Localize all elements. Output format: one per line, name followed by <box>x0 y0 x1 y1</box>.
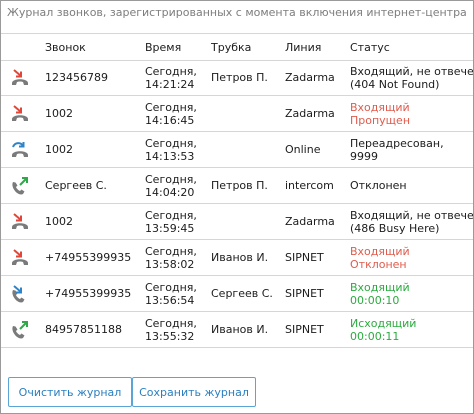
status-primary: Входящий, не отвечен <box>350 64 474 78</box>
call-clock: 14:04:20 <box>145 185 195 199</box>
incoming-call-icon <box>9 284 31 304</box>
save-log-button[interactable]: Сохранить журнал <box>132 377 256 407</box>
call-status: Исходящий 00:00:11 <box>350 312 416 347</box>
call-line: SIPNET <box>285 251 324 264</box>
call-clock: 13:58:02 <box>145 257 195 271</box>
call-date: Сегодня, <box>145 244 197 258</box>
table-row: 1002 Сегодня, 14:16:45 Zadarma Входящий Пропу… <box>1 96 473 132</box>
call-handset: Петров П. <box>211 179 268 192</box>
call-number: +74955399935 <box>45 287 132 300</box>
column-header-call: Звонок <box>45 41 86 54</box>
column-header-line: Линия <box>285 41 322 54</box>
call-clock: 14:16:45 <box>145 113 195 127</box>
status-primary: Входящий, не отвечен <box>350 208 474 222</box>
call-log-panel: Журнал звонков, зарегистрированных с мом… <box>0 0 474 414</box>
call-time: Сегодня, 14:16:45 <box>145 96 197 131</box>
call-time: Сегодня, 13:55:32 <box>145 312 197 347</box>
column-header-handset: Трубка <box>211 41 252 54</box>
call-time: Сегодня, 14:04:20 <box>145 168 197 203</box>
call-status: Входящий, не отвечен (486 Busy Here) <box>350 204 474 239</box>
call-log-caption: Журнал звонков, зарегистрированных с мом… <box>7 6 467 19</box>
status-secondary: 9999 <box>350 149 378 163</box>
table-row: 123456789 Сегодня, 14:21:24 Петров П. Zadarm… <box>1 60 473 96</box>
outgoing-call-icon <box>9 176 31 196</box>
table-row: +74955399935 Сегодня, 13:56:54 Сергеев С. SI… <box>1 276 473 312</box>
call-number: +74955399935 <box>45 251 132 264</box>
incoming-missed-call-icon <box>9 212 31 232</box>
status-secondary: Пропущен <box>350 113 411 127</box>
call-date: Сегодня, <box>145 100 197 114</box>
table-row: 1002 Сегодня, 14:13:53 Online Переадресован,… <box>1 132 473 168</box>
call-date: Сегодня, <box>145 208 197 222</box>
incoming-rejected-call-icon <box>9 248 31 268</box>
call-number: 1002 <box>45 143 73 156</box>
outgoing-call-icon <box>9 320 31 340</box>
call-date: Сегодня, <box>145 280 197 294</box>
call-number: 84957851188 <box>45 323 122 336</box>
call-clock: 13:56:54 <box>145 293 195 307</box>
status-primary: Переадресован, <box>350 136 444 150</box>
call-date: Сегодня, <box>145 64 197 78</box>
call-status: Входящий 00:00:10 <box>350 276 410 311</box>
table-row: 84957851188 Сегодня, 13:55:32 Иванов И. SIPN… <box>1 312 473 348</box>
call-status: Входящий Отклонен <box>350 240 410 275</box>
call-time: Сегодня, 13:58:02 <box>145 240 197 275</box>
status-primary: Входящий <box>350 100 410 114</box>
call-clock: 14:13:53 <box>145 149 195 163</box>
call-handset: Иванов И. <box>211 251 269 264</box>
call-date: Сегодня, <box>145 316 197 330</box>
table-header: Звонок Время Трубка Линия Статус <box>1 33 473 61</box>
call-line: Zadarma <box>285 107 335 120</box>
incoming-missed-call-icon <box>9 104 31 124</box>
call-date: Сегодня, <box>145 172 197 186</box>
call-time: Сегодня, 13:56:54 <box>145 276 197 311</box>
call-handset: Петров П. <box>211 71 268 84</box>
status-secondary: (404 Not Found) <box>350 77 440 91</box>
incoming-missed-call-icon <box>9 68 31 88</box>
call-time: Сегодня, 14:21:24 <box>145 60 197 95</box>
call-status: Входящий Пропущен <box>350 96 410 131</box>
status-primary: Входящий <box>350 280 410 294</box>
forwarded-call-icon <box>9 140 31 160</box>
call-status: Входящий, не отвечен (404 Not Found) <box>350 60 474 95</box>
call-line: intercom <box>285 179 334 192</box>
call-line: Zadarma <box>285 71 335 84</box>
call-time: Сегодня, 14:13:53 <box>145 132 197 167</box>
call-number: 1002 <box>45 215 73 228</box>
call-clock: 13:59:45 <box>145 221 195 235</box>
call-clock: 14:21:24 <box>145 77 195 91</box>
table-row: Сергеев С. Сегодня, 14:04:20 Петров П. inter… <box>1 168 473 204</box>
clear-log-button[interactable]: Очистить журнал <box>8 377 132 407</box>
status-secondary: (486 Busy Here) <box>350 221 440 235</box>
call-handset: Иванов И. <box>211 323 269 336</box>
call-line: Zadarma <box>285 215 335 228</box>
status-primary: Отклонен <box>350 179 407 192</box>
call-line: SIPNET <box>285 287 324 300</box>
table-row: 1002 Сегодня, 13:59:45 Zadarma Входящий, не … <box>1 204 473 240</box>
call-handset: Сергеев С. <box>211 287 273 300</box>
column-header-time: Время <box>145 41 182 54</box>
status-primary: Исходящий <box>350 316 417 330</box>
call-status: Отклонен <box>350 168 407 203</box>
call-clock: 13:55:32 <box>145 329 195 343</box>
call-status: Переадресован, 9999 <box>350 132 444 167</box>
column-header-status: Статус <box>350 41 390 54</box>
call-number: Сергеев С. <box>45 179 107 192</box>
status-secondary: 00:00:10 <box>350 293 400 307</box>
call-line: SIPNET <box>285 323 324 336</box>
call-number: 1002 <box>45 107 73 120</box>
status-secondary: Отклонен <box>350 257 407 271</box>
table-row: +74955399935 Сегодня, 13:58:02 Иванов И. SIP… <box>1 240 473 276</box>
call-time: Сегодня, 13:59:45 <box>145 204 197 239</box>
status-secondary: 00:00:11 <box>350 329 400 343</box>
call-date: Сегодня, <box>145 136 197 150</box>
status-primary: Входящий <box>350 244 410 258</box>
call-line: Online <box>285 143 321 156</box>
call-number: 123456789 <box>45 71 108 84</box>
